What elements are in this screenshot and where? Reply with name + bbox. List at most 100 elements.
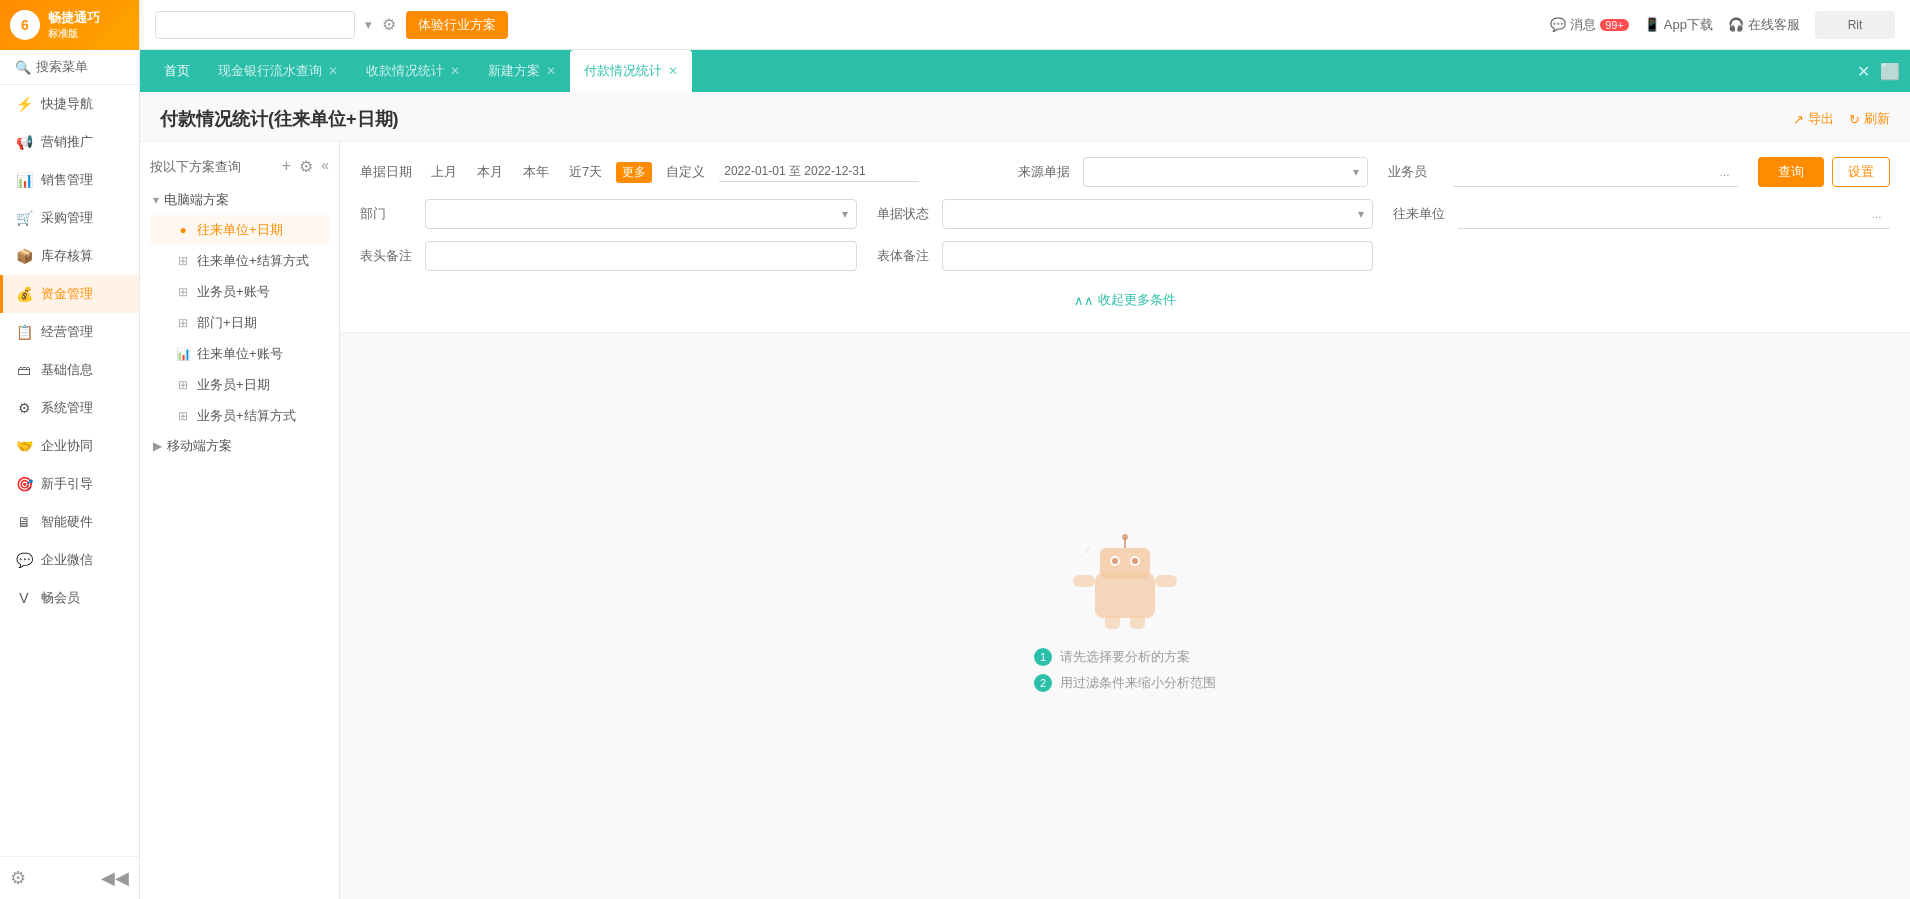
svg-point-7 <box>1122 534 1128 540</box>
source-select-arrow: ▾ <box>1353 165 1359 179</box>
tab-bank-flow[interactable]: 现金银行流水查询 ✕ <box>204 50 352 92</box>
filter-table-body-note-item: 表体备注 <box>877 241 1374 271</box>
scheme-item-unit-date[interactable]: ● 往来单位+日期 <box>150 215 329 245</box>
scheme-item-unit-settlement[interactable]: ⊞ 往来单位+结算方式 <box>150 246 329 276</box>
sidebar-item-hardware[interactable]: 🖥 智能硬件 <box>0 503 139 541</box>
filter-dept-select[interactable]: ▾ <box>425 199 857 229</box>
inventory-icon: 📦 <box>15 247 33 265</box>
tab-bar: 首页 现金银行流水查询 ✕ 收款情况统计 ✕ 新建方案 ✕ 付款情况统计 ✕ ✕… <box>140 50 1910 92</box>
tab-bank-flow-close[interactable]: ✕ <box>328 64 338 78</box>
svg-rect-8 <box>1073 575 1095 587</box>
purchase-icon: 🛒 <box>15 209 33 227</box>
messages-icon: 💬 <box>1550 17 1566 32</box>
radio-scheme-icon: ● <box>175 222 191 238</box>
sidebar-item-wechat[interactable]: 💬 企业微信 <box>0 541 139 579</box>
date-btn-more[interactable]: 更多 <box>616 162 652 183</box>
filter-salesperson-select[interactable]: … <box>1453 157 1738 187</box>
tab-new-scheme-close[interactable]: ✕ <box>546 64 556 78</box>
top-bar: ▾ ⚙ 体验行业方案 💬 消息 99+ 📱 App下载 🎧 在线客服 <box>140 0 1910 50</box>
table-body-note-input[interactable] <box>942 241 1374 271</box>
refresh-btn[interactable]: ↻ 刷新 <box>1849 110 1890 128</box>
scheme-item-salesperson-account[interactable]: ⊞ 业务员+账号 <box>150 277 329 307</box>
system-icon: ⚙ <box>15 399 33 417</box>
filter-related-unit-item: 往来单位 … <box>1393 199 1890 229</box>
sidebar-item-finance[interactable]: 💰 资金管理 <box>0 275 139 313</box>
filter-table-header-note-item: 表头备注 <box>360 241 857 271</box>
guide-icon: 🎯 <box>15 475 33 493</box>
add-scheme-icon[interactable]: + <box>282 157 291 176</box>
pc-scheme-group-header[interactable]: ▾ 电脑端方案 <box>145 186 334 214</box>
sidebar-item-member[interactable]: V 畅会员 <box>0 579 139 617</box>
main-area: ▾ ⚙ 体验行业方案 💬 消息 99+ 📱 App下载 🎧 在线客服 <box>140 0 1910 899</box>
related-unit-ellipsis: … <box>1871 208 1882 220</box>
scheme-item-unit-account[interactable]: 📊 往来单位+账号 <box>150 339 329 369</box>
tab-receivable-stats-close[interactable]: ✕ <box>450 64 460 78</box>
date-btn-this-year[interactable]: 本年 <box>517 160 555 184</box>
scheme-item-salesperson-date[interactable]: ⊞ 业务员+日期 <box>150 370 329 400</box>
sidebar-item-sales[interactable]: 📊 销售管理 <box>0 161 139 199</box>
tab-close-all-icon[interactable]: ✕ <box>1857 62 1870 81</box>
filter-dept-label: 部门 <box>360 205 415 223</box>
panel-collapse-icon[interactable]: « <box>321 157 329 176</box>
scheme-settings-icon[interactable]: ⚙ <box>299 157 313 176</box>
mobile-scheme-group-header[interactable]: ▶ 移动端方案 <box>145 432 334 460</box>
date-range-input[interactable] <box>719 163 919 182</box>
sidebar-item-marketing[interactable]: 📢 营销推广 <box>0 123 139 161</box>
svg-rect-0 <box>1095 573 1155 618</box>
trial-btn[interactable]: 体验行业方案 <box>406 11 508 39</box>
sidebar-item-basic[interactable]: 🗃 基础信息 <box>0 351 139 389</box>
tab-home[interactable]: 首页 <box>150 50 204 92</box>
right-panel: 单据日期 上月 本月 本年 近7天 更多 自定义 <box>340 142 1910 899</box>
date-btn-this-month[interactable]: 本月 <box>471 160 509 184</box>
svg-rect-10 <box>1105 615 1120 629</box>
date-btn-last-month[interactable]: 上月 <box>425 160 463 184</box>
app-download-item[interactable]: 📱 App下载 <box>1644 16 1713 34</box>
empty-instructions: 1 请先选择要分析的方案 2 用过滤条件来缩小分析范围 <box>1034 648 1216 700</box>
settings-btn[interactable]: 设置 <box>1832 157 1890 187</box>
user-avatar[interactable]: Rit <box>1815 11 1895 39</box>
date-btn-last-7-days[interactable]: 近7天 <box>563 160 608 184</box>
top-settings-icon[interactable]: ⚙ <box>382 15 396 34</box>
collapse-btn[interactable]: ∧∧ 收起更多条件 <box>1066 283 1184 317</box>
sidebar-header: 6 畅捷通巧 标准版 <box>0 0 139 50</box>
filter-row-1: 单据日期 上月 本月 本年 近7天 更多 自定义 <box>360 157 1890 187</box>
basic-icon: 🗃 <box>15 361 33 379</box>
sidebar-settings-icon[interactable]: ⚙ <box>10 867 26 889</box>
tab-maximize-icon[interactable]: ⬜ <box>1880 62 1900 81</box>
scheme-item-dept-date[interactable]: ⊞ 部门+日期 <box>150 308 329 338</box>
svg-point-4 <box>1112 558 1118 564</box>
step-1-text: 请先选择要分析的方案 <box>1060 648 1190 666</box>
sidebar-item-operation[interactable]: 📋 经营管理 <box>0 313 139 351</box>
messages-item[interactable]: 💬 消息 99+ <box>1550 16 1629 34</box>
top-search-input[interactable] <box>155 11 355 39</box>
tab-receivable-stats[interactable]: 收款情况统计 ✕ <box>352 50 474 92</box>
online-service-item[interactable]: 🎧 在线客服 <box>1728 16 1800 34</box>
sidebar-item-inventory[interactable]: 📦 库存核算 <box>0 237 139 275</box>
sidebar-item-purchase[interactable]: 🛒 采购管理 <box>0 199 139 237</box>
tab-payment-stats[interactable]: 付款情况统计 ✕ <box>570 50 692 92</box>
step-2-text: 用过滤条件来缩小分析范围 <box>1060 674 1216 692</box>
export-icon: ↗ <box>1793 112 1804 127</box>
sidebar-item-system[interactable]: ⚙ 系统管理 <box>0 389 139 427</box>
top-dropdown-icon[interactable]: ▾ <box>365 17 372 32</box>
search-menu-item[interactable]: 🔍 搜索菜单 <box>0 50 139 85</box>
scheme-item-salesperson-settlement[interactable]: ⊞ 业务员+结算方式 <box>150 401 329 431</box>
query-btn[interactable]: 查询 <box>1758 157 1824 187</box>
tab-payment-stats-close[interactable]: ✕ <box>668 64 678 78</box>
filter-row-3: 表头备注 表体备注 <box>360 241 1890 271</box>
sidebar-item-enterprise[interactable]: 🤝 企业协同 <box>0 427 139 465</box>
panel-toolbar: 按以下方案查询 + ⚙ « <box>140 152 339 186</box>
filter-docstatus-select[interactable]: ▾ <box>942 199 1374 229</box>
filter-source-select[interactable]: ▾ <box>1083 157 1368 187</box>
messages-badge: 99+ <box>1600 19 1629 31</box>
date-btn-custom[interactable]: 自定义 <box>660 160 711 184</box>
sidebar-item-quick-nav[interactable]: ⚡ 快捷导航 <box>0 85 139 123</box>
filter-related-unit-select[interactable]: … <box>1458 199 1890 229</box>
table-header-note-input[interactable] <box>425 241 857 271</box>
sidebar-collapse-icon[interactable]: ◀◀ <box>101 867 129 889</box>
export-btn[interactable]: ↗ 导出 <box>1793 110 1834 128</box>
sidebar-item-guide[interactable]: 🎯 新手引导 <box>0 465 139 503</box>
tab-new-scheme[interactable]: 新建方案 ✕ <box>474 50 570 92</box>
filter-row-2: 部门 ▾ 单据状态 ▾ <box>360 199 1890 229</box>
empty-robot-icon <box>1065 533 1185 633</box>
